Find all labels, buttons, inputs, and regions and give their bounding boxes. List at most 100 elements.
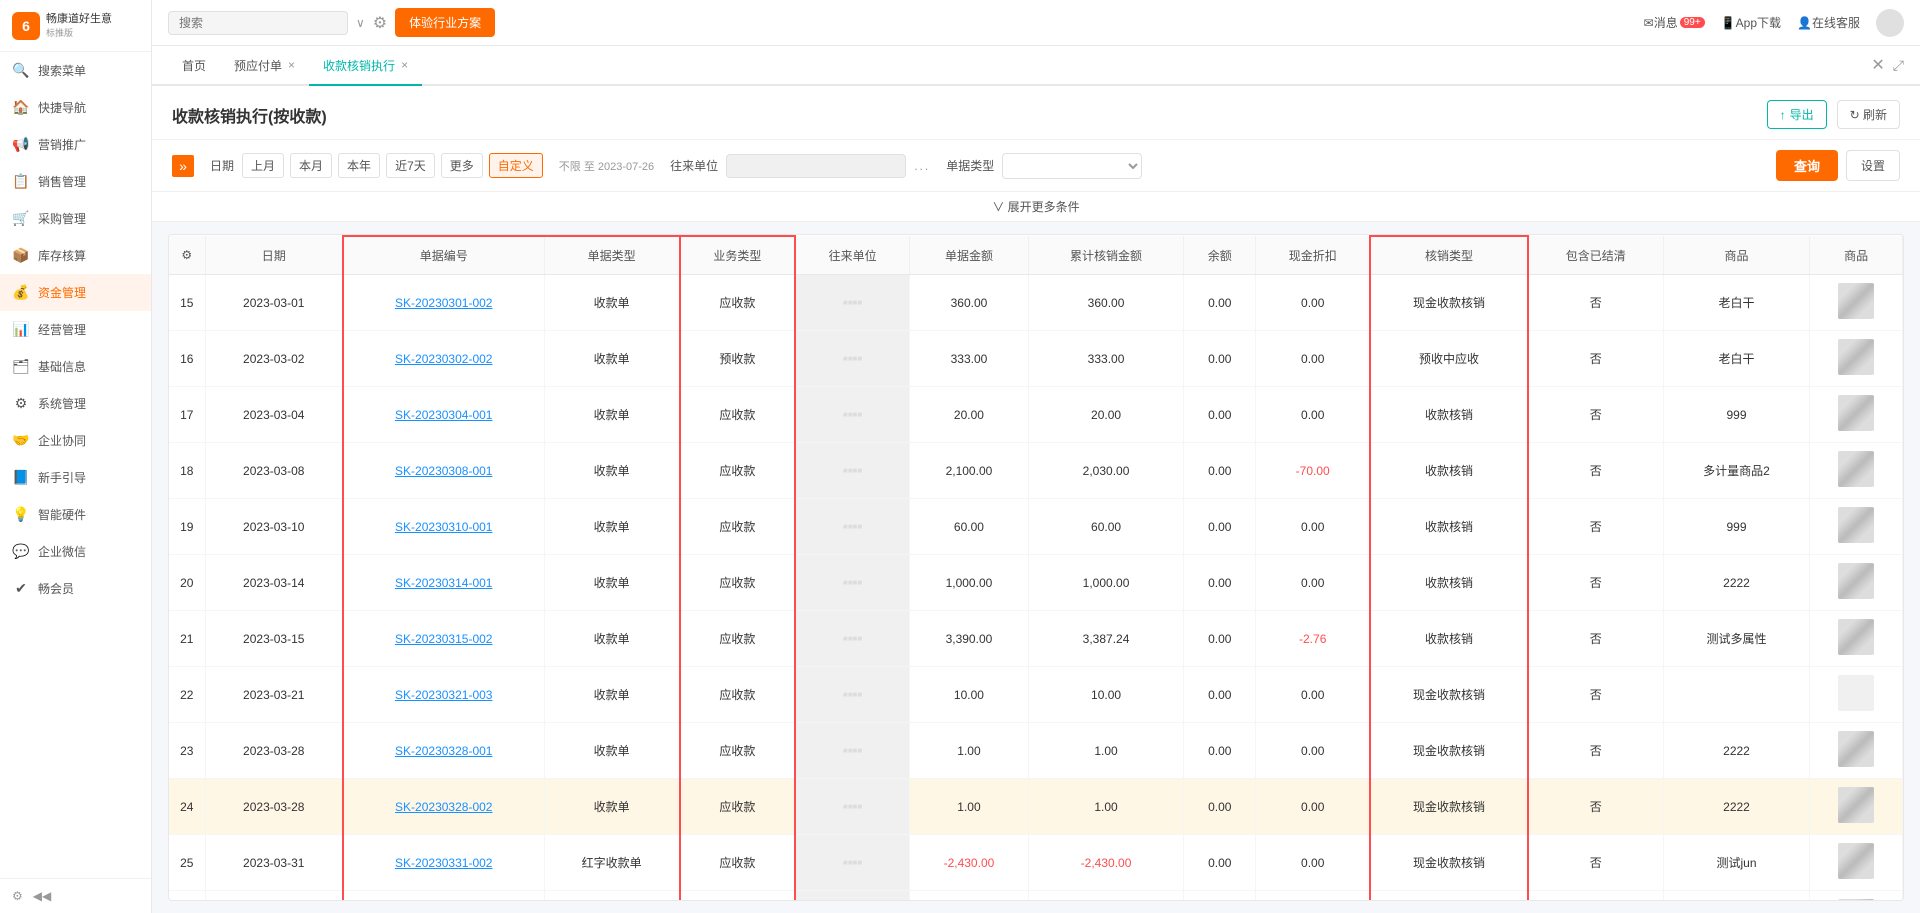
row-slip-no[interactable]: SK-20230328-001 xyxy=(343,723,544,779)
row-balance: 0.00 xyxy=(1184,499,1256,555)
row-unit: ■■■■ xyxy=(795,387,910,443)
tabs-close-all-icon[interactable]: ✕ xyxy=(1871,55,1884,75)
sidebar-item-operations[interactable]: 📊 经营管理 xyxy=(0,311,151,348)
row-slip-no[interactable]: SK-20230304-001 xyxy=(343,387,544,443)
row-slip-no[interactable]: SK-20230315-002 xyxy=(343,611,544,667)
th-gear[interactable]: ⚙ xyxy=(169,236,205,275)
sidebar-item-finance[interactable]: 💰 资金管理 xyxy=(0,274,151,311)
refresh-button[interactable]: ↻ 刷新 xyxy=(1837,100,1900,129)
row-amount: 10.00 xyxy=(910,667,1028,723)
sidebar-item-system[interactable]: ⚙ 系统管理 xyxy=(0,385,151,422)
row-cancel-amount: 10.00 xyxy=(1028,667,1184,723)
row-number: 16 xyxy=(169,331,205,387)
product-image xyxy=(1838,451,1874,487)
sidebar-item-hardware[interactable]: 💡 智能硬件 xyxy=(0,496,151,533)
tab-close-collection[interactable]: × xyxy=(401,58,408,72)
row-slip-no[interactable]: SK-20230310-001 xyxy=(343,499,544,555)
row-number: 22 xyxy=(169,667,205,723)
slip-type-select[interactable] xyxy=(1002,153,1142,179)
solution-button[interactable]: 体验行业方案 xyxy=(395,8,495,37)
date-btn-last-month[interactable]: 上月 xyxy=(242,153,284,178)
unit-input[interactable] xyxy=(726,154,906,178)
row-product: 999 xyxy=(1663,499,1809,555)
row-date: 2023-03-02 xyxy=(205,331,343,387)
sidebar-item-search[interactable]: 🔍 搜索菜单 xyxy=(0,52,151,89)
row-product: 2222 xyxy=(1663,779,1809,835)
date-btn-7days[interactable]: 近7天 xyxy=(386,153,435,178)
date-btn-custom[interactable]: 自定义 xyxy=(489,153,543,178)
tab-collection-cancel[interactable]: 收款核销执行 × xyxy=(309,46,422,86)
topbar-message[interactable]: ✉ 消息 99+ xyxy=(1644,14,1705,31)
topbar-gear-icon[interactable]: ⚙ xyxy=(373,13,387,33)
row-slip-type: 收款单 xyxy=(544,387,680,443)
topbar-service[interactable]: 👤 在线客服 xyxy=(1797,14,1860,31)
sidebar-item-label: 企业协同 xyxy=(38,432,86,449)
row-amount: 3,390.00 xyxy=(910,611,1028,667)
query-button[interactable]: 查询 xyxy=(1776,150,1838,181)
table-wrapper: ⚙ 日期 单据编号 单据类型 业务类型 往来单位 单据金额 累计核销金额 余额 … xyxy=(168,234,1904,901)
page-actions: ↑ 导出 ↻ 刷新 xyxy=(1767,100,1900,129)
sidebar-item-wechat[interactable]: 💬 企业微信 xyxy=(0,533,151,570)
row-cancel-amount: 1.00 xyxy=(1028,779,1184,835)
row-slip-type: 红字收款单 xyxy=(544,835,680,891)
tab-close-prepay[interactable]: × xyxy=(288,58,295,72)
sidebar-item-enterprise[interactable]: 🤝 企业协同 xyxy=(0,422,151,459)
topbar-app-download[interactable]: 📱 App下载 xyxy=(1721,14,1781,31)
table-area: ⚙ 日期 单据编号 单据类型 业务类型 往来单位 单据金额 累计核销金额 余额 … xyxy=(152,222,1920,913)
row-biz-type: 应收款 xyxy=(680,611,795,667)
tabs-bar: 首页 预应付单 × 收款核销执行 × ✕ ⤢ xyxy=(152,46,1920,86)
export-button[interactable]: ↑ 导出 xyxy=(1767,100,1827,129)
row-include-settled: 否 xyxy=(1528,891,1664,902)
row-slip-no[interactable]: SK-20230331-002 xyxy=(343,835,544,891)
row-biz-type: 应收款 xyxy=(680,779,795,835)
topbar-search-input[interactable] xyxy=(168,11,348,35)
filter-expand-more[interactable]: ∨ 展开更多条件 xyxy=(152,192,1920,222)
row-slip-no[interactable]: SK-20230328-002 xyxy=(343,779,544,835)
topbar-right: ✉ 消息 99+ 📱 App下载 👤 在线客服 xyxy=(1644,9,1904,37)
row-include-settled: 否 xyxy=(1528,275,1664,331)
row-unit: ■■■■ xyxy=(795,443,910,499)
topbar-chevron-icon[interactable]: ∨ xyxy=(356,16,365,30)
row-cancel-type: 现金收款核销 xyxy=(1370,723,1527,779)
date-btn-more[interactable]: 更多 xyxy=(441,153,483,178)
tabs-expand-icon[interactable]: ⤢ xyxy=(1893,57,1904,74)
row-cancel-type: 现金收款核销 xyxy=(1370,667,1527,723)
sidebar-item-sales[interactable]: 📋 销售管理 xyxy=(0,163,151,200)
row-number: 25 xyxy=(169,835,205,891)
date-btn-this-year[interactable]: 本年 xyxy=(338,153,380,178)
filter-expand-button[interactable]: » xyxy=(172,155,194,177)
row-product-img xyxy=(1810,331,1903,387)
row-date: 2023-03-31 xyxy=(205,835,343,891)
th-amount: 单据金额 xyxy=(910,236,1028,275)
sidebar-item-label: 新手引导 xyxy=(38,469,86,486)
row-slip-no[interactable]: SK-20230314-001 xyxy=(343,555,544,611)
row-slip-no[interactable]: SK-20230301-002 xyxy=(343,275,544,331)
tab-prepay-invoice[interactable]: 预应付单 × xyxy=(220,46,309,86)
page-title: 收款核销执行(按收款) xyxy=(172,103,327,127)
row-cancel-amount: 20.00 xyxy=(1028,891,1184,902)
settings-bottom-icon[interactable]: ⚙ xyxy=(12,889,23,903)
sidebar-item-basic[interactable]: 🗂 基础信息 xyxy=(0,348,151,385)
row-slip-no[interactable]: SK-20230403-002 xyxy=(343,891,544,902)
sidebar-item-guide[interactable]: 📘 新手引导 xyxy=(0,459,151,496)
th-include-settled: 包含已结清 xyxy=(1528,236,1664,275)
sidebar-item-inventory[interactable]: 📦 库存核算 xyxy=(0,237,151,274)
avatar[interactable] xyxy=(1876,9,1904,37)
row-slip-no[interactable]: SK-20230321-003 xyxy=(343,667,544,723)
th-product-img: 商品 xyxy=(1810,236,1903,275)
row-unit: ■■■■ xyxy=(795,779,910,835)
filter-date-group: 日期 上月 本月 本年 近7天 更多 自定义 xyxy=(210,153,543,178)
row-slip-no[interactable]: SK-20230308-001 xyxy=(343,443,544,499)
sidebar-item-member[interactable]: ✔ 畅会员 xyxy=(0,570,151,607)
row-slip-no[interactable]: SK-20230302-002 xyxy=(343,331,544,387)
tab-home[interactable]: 首页 xyxy=(168,46,220,86)
date-btn-this-month[interactable]: 本月 xyxy=(290,153,332,178)
main-content: ∨ ⚙ 体验行业方案 ✉ 消息 99+ 📱 App下载 👤 在线客服 首页 xyxy=(152,0,1920,913)
sidebar-item-quick-nav[interactable]: 🏠 快捷导航 xyxy=(0,89,151,126)
settings-button[interactable]: 设置 xyxy=(1846,150,1900,181)
product-image xyxy=(1838,619,1874,655)
filter-dots[interactable]: ... xyxy=(914,159,930,173)
sidebar-item-purchase[interactable]: 🛒 采购管理 xyxy=(0,200,151,237)
collapse-icon[interactable]: ◀◀ xyxy=(33,889,51,903)
sidebar-item-marketing[interactable]: 📢 营销推广 xyxy=(0,126,151,163)
